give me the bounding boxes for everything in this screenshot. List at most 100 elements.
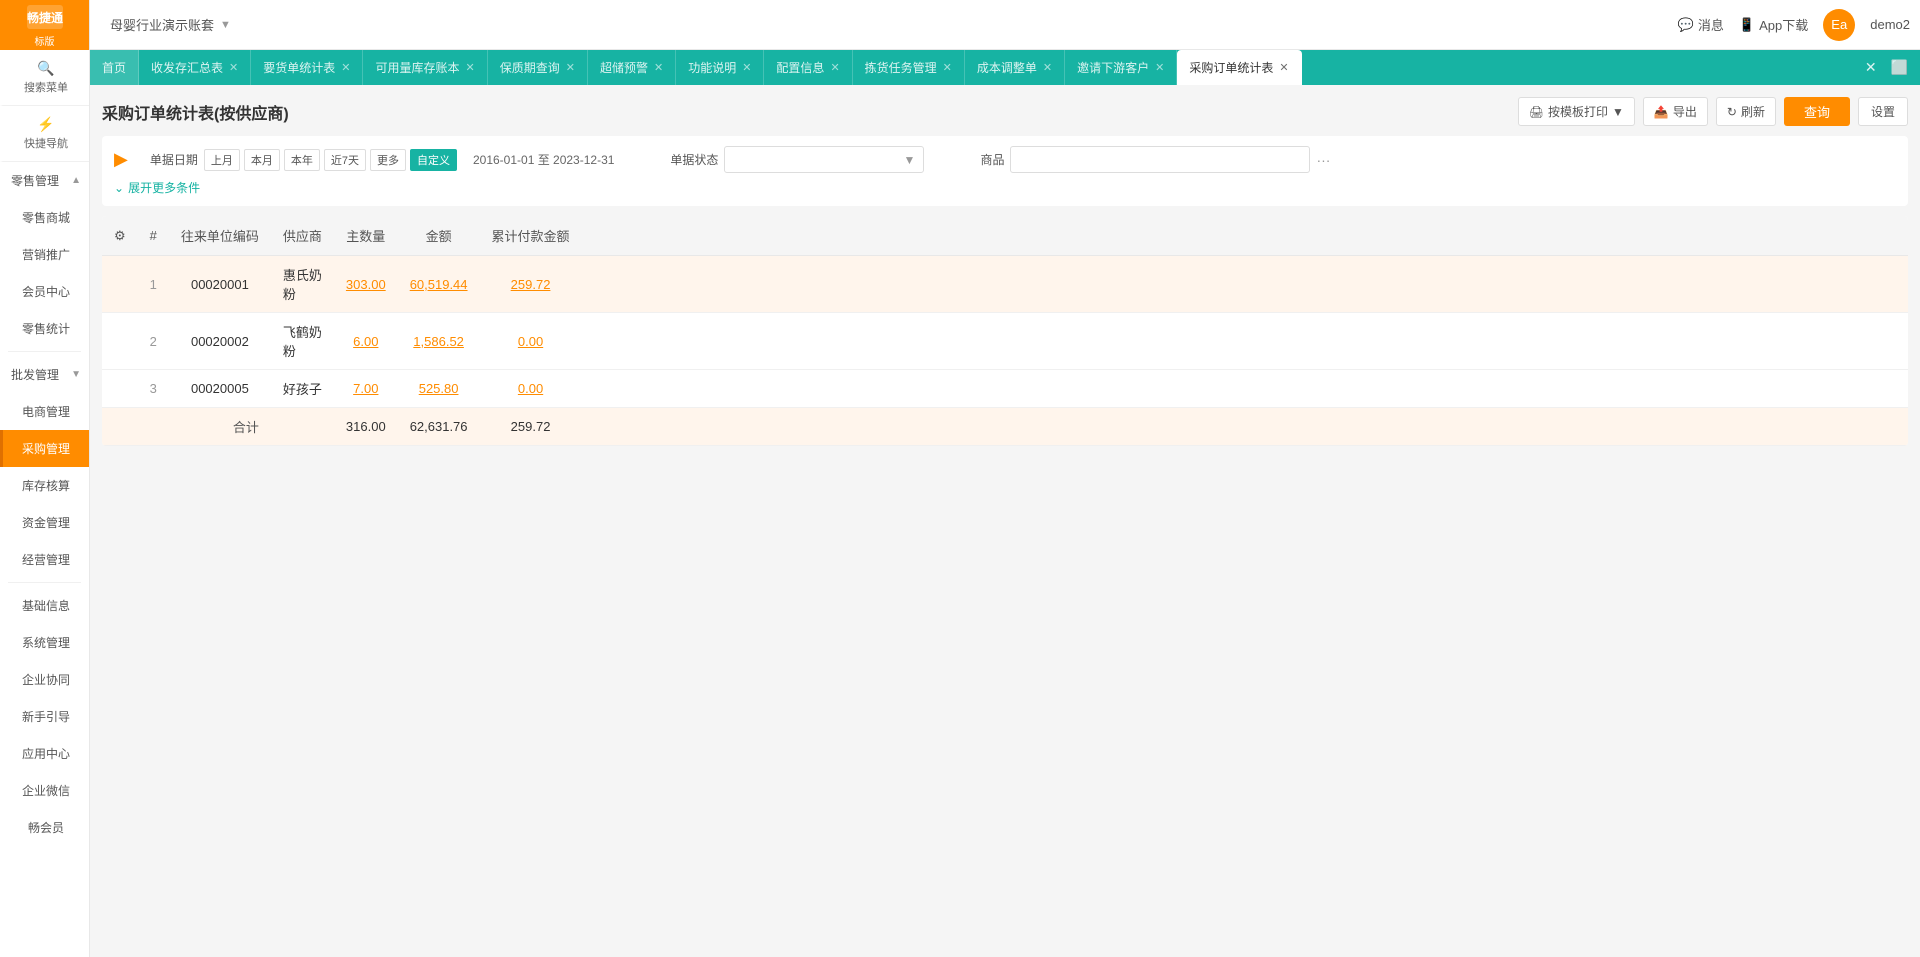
- sidebar-item-wholesale[interactable]: 批发管理 ▼: [0, 356, 89, 393]
- sidebar-item-member[interactable]: 会员中心: [0, 273, 89, 310]
- sidebar-item-enterprise[interactable]: 企业协同: [0, 661, 89, 698]
- tab-shelf-life[interactable]: 保质期查询 ✕: [488, 50, 588, 85]
- amount-3[interactable]: 525.80: [398, 370, 480, 408]
- th-paid: 累计付款金额: [480, 216, 582, 256]
- tab-invite[interactable]: 邀请下游客户 ✕: [1065, 50, 1177, 85]
- close-icon-overstock[interactable]: ✕: [654, 61, 663, 74]
- th-gear[interactable]: ⚙: [102, 216, 138, 256]
- custom-date-btn[interactable]: 自定义: [410, 149, 457, 171]
- refresh-button[interactable]: ↻ 刷新: [1716, 97, 1776, 126]
- tab-inventory[interactable]: 可用量库存账本 ✕: [363, 50, 487, 85]
- page-header: 采购订单统计表(按供应商) 🖨 按模板打印 ▼ 📤 导出 ↻ 刷新 查询: [102, 97, 1908, 126]
- sidebar-item-wechat[interactable]: 企业微信: [0, 772, 89, 809]
- expand-row: ⌄ 展开更多条件: [114, 179, 1896, 196]
- close-icon-invite[interactable]: ✕: [1155, 61, 1164, 74]
- this-month-btn[interactable]: 本月: [244, 149, 280, 171]
- export-button[interactable]: 📤 导出: [1643, 97, 1708, 126]
- tab-order-stat[interactable]: 要货单统计表 ✕: [251, 50, 363, 85]
- sidebar-item-search[interactable]: 🔍 搜索菜单: [0, 50, 89, 106]
- sidebar-search-label: 搜索菜单: [24, 79, 68, 95]
- tab-receive[interactable]: 收发存汇总表 ✕: [139, 50, 251, 85]
- supplier-name-1: 惠氏奶粉: [271, 256, 334, 313]
- close-tab-btn[interactable]: ✕: [1861, 57, 1881, 78]
- close-icon-shelflife[interactable]: ✕: [566, 61, 575, 74]
- sidebar-item-operations[interactable]: 经营管理: [0, 541, 89, 578]
- tab-home[interactable]: 首页: [90, 50, 139, 85]
- message-btn[interactable]: 💬 消息: [1678, 15, 1724, 34]
- sidebar-item-sys-mgmt[interactable]: 系统管理: [0, 624, 89, 661]
- sidebar-item-marketing[interactable]: 营销推广: [0, 236, 89, 273]
- app-download-btn[interactable]: 📱 App下载: [1739, 15, 1808, 34]
- extra-1: [582, 256, 1908, 313]
- sidebar-retailstat-label: 零售统计: [22, 320, 70, 337]
- goods-filter: 商品 ···: [980, 146, 1330, 173]
- template-print-button[interactable]: 🖨 按模板打印 ▼: [1518, 97, 1635, 126]
- close-icon-funcdesc[interactable]: ✕: [742, 61, 751, 74]
- amount-2[interactable]: 1,586.52: [398, 313, 480, 370]
- close-icon-config[interactable]: ✕: [830, 61, 839, 74]
- this-year-btn[interactable]: 本年: [284, 149, 320, 171]
- message-icon: 💬: [1678, 17, 1694, 33]
- last-month-btn[interactable]: 上月: [204, 149, 240, 171]
- tab-cost-adj[interactable]: 成本调整单 ✕: [965, 50, 1065, 85]
- query-button[interactable]: 查询: [1784, 97, 1850, 126]
- sidebar-item-finance[interactable]: 资金管理: [0, 504, 89, 541]
- maximize-btn[interactable]: ⬜: [1887, 57, 1912, 78]
- footer-extra: [582, 408, 1908, 446]
- amount-1[interactable]: 60,519.44: [398, 256, 480, 313]
- table-footer: 合计 316.00 62,631.76 259.72: [102, 408, 1908, 446]
- row-index-3: 3: [138, 370, 169, 408]
- filter-toggle-arrow[interactable]: ▶: [114, 149, 134, 170]
- account-selector[interactable]: 母婴行业演示账套 ▼: [100, 15, 241, 34]
- table-row: 2 00020002 飞鹤奶粉 6.00 1,586.52 0.00: [102, 313, 1908, 370]
- sidebar-appcenter-label: 应用中心: [22, 745, 70, 762]
- sidebar-item-member2[interactable]: 畅会员: [0, 809, 89, 846]
- app-logo: 畅捷通 标版: [0, 0, 89, 50]
- last-7days-btn[interactable]: 近7天: [324, 149, 366, 171]
- supplier-code-1: 00020001: [169, 256, 271, 313]
- quantity-1[interactable]: 303.00: [334, 256, 398, 313]
- sidebar-item-new-guide[interactable]: 新手引导: [0, 698, 89, 735]
- sidebar-item-retail-shop[interactable]: 零售商城: [0, 199, 89, 236]
- paid-2[interactable]: 0.00: [480, 313, 582, 370]
- status-select[interactable]: ▼: [724, 146, 924, 173]
- custom-date-label: 自定义: [417, 155, 450, 167]
- quantity-3[interactable]: 7.00: [334, 370, 398, 408]
- sidebar-item-inventory-check[interactable]: 库存核算: [0, 467, 89, 504]
- tab-picktask-label: 拣货任务管理: [865, 59, 937, 76]
- close-icon-orderstat[interactable]: ✕: [341, 61, 350, 74]
- paid-3[interactable]: 0.00: [480, 370, 582, 408]
- sidebar-item-ecommerce[interactable]: 电商管理: [0, 393, 89, 430]
- close-icon-picktask[interactable]: ✕: [943, 61, 952, 74]
- paid-1[interactable]: 259.72: [480, 256, 582, 313]
- close-icon-inventory[interactable]: ✕: [466, 61, 475, 74]
- sidebar-item-retail-stat[interactable]: 零售统计: [0, 310, 89, 347]
- more-btn[interactable]: 更多: [370, 149, 406, 171]
- tab-purchase-stat[interactable]: 采购订单统计表 ✕: [1177, 50, 1301, 85]
- user-avatar[interactable]: Ea: [1823, 9, 1855, 41]
- tab-pick-task[interactable]: 拣货任务管理 ✕: [853, 50, 965, 85]
- quantity-2[interactable]: 6.00: [334, 313, 398, 370]
- sidebar-item-retail-mgmt[interactable]: 零售管理 ▲: [0, 162, 89, 199]
- sidebar-member2-label: 畅会员: [28, 819, 64, 836]
- close-icon-costadj[interactable]: ✕: [1043, 61, 1052, 74]
- tab-func-desc[interactable]: 功能说明 ✕: [676, 50, 764, 85]
- close-icon-purchasestat[interactable]: ✕: [1279, 61, 1288, 74]
- query-label: 查询: [1804, 105, 1830, 120]
- expand-more-btn[interactable]: ⌄ 展开更多条件: [114, 179, 1896, 196]
- goods-input[interactable]: [1010, 146, 1310, 173]
- export-label: 导出: [1673, 103, 1697, 120]
- close-icon-receive[interactable]: ✕: [229, 61, 238, 74]
- sidebar-item-purchase[interactable]: 采购管理: [0, 430, 89, 467]
- sidebar-item-quick-nav[interactable]: ⚡ 快捷导航: [0, 106, 89, 162]
- status-label: 单据状态: [670, 151, 718, 168]
- sidebar-item-app-center[interactable]: 应用中心: [0, 735, 89, 772]
- tab-config[interactable]: 配置信息 ✕: [764, 50, 852, 85]
- tab-overstock[interactable]: 超储预警 ✕: [588, 50, 676, 85]
- more-filter-icon: ···: [1316, 152, 1330, 168]
- supplier-code-3: 00020005: [169, 370, 271, 408]
- sidebar-item-base-info[interactable]: 基础信息: [0, 587, 89, 624]
- setting-button[interactable]: 设置: [1858, 97, 1908, 126]
- footer-label: 合计: [102, 408, 271, 446]
- expand-cell-2: [102, 313, 138, 370]
